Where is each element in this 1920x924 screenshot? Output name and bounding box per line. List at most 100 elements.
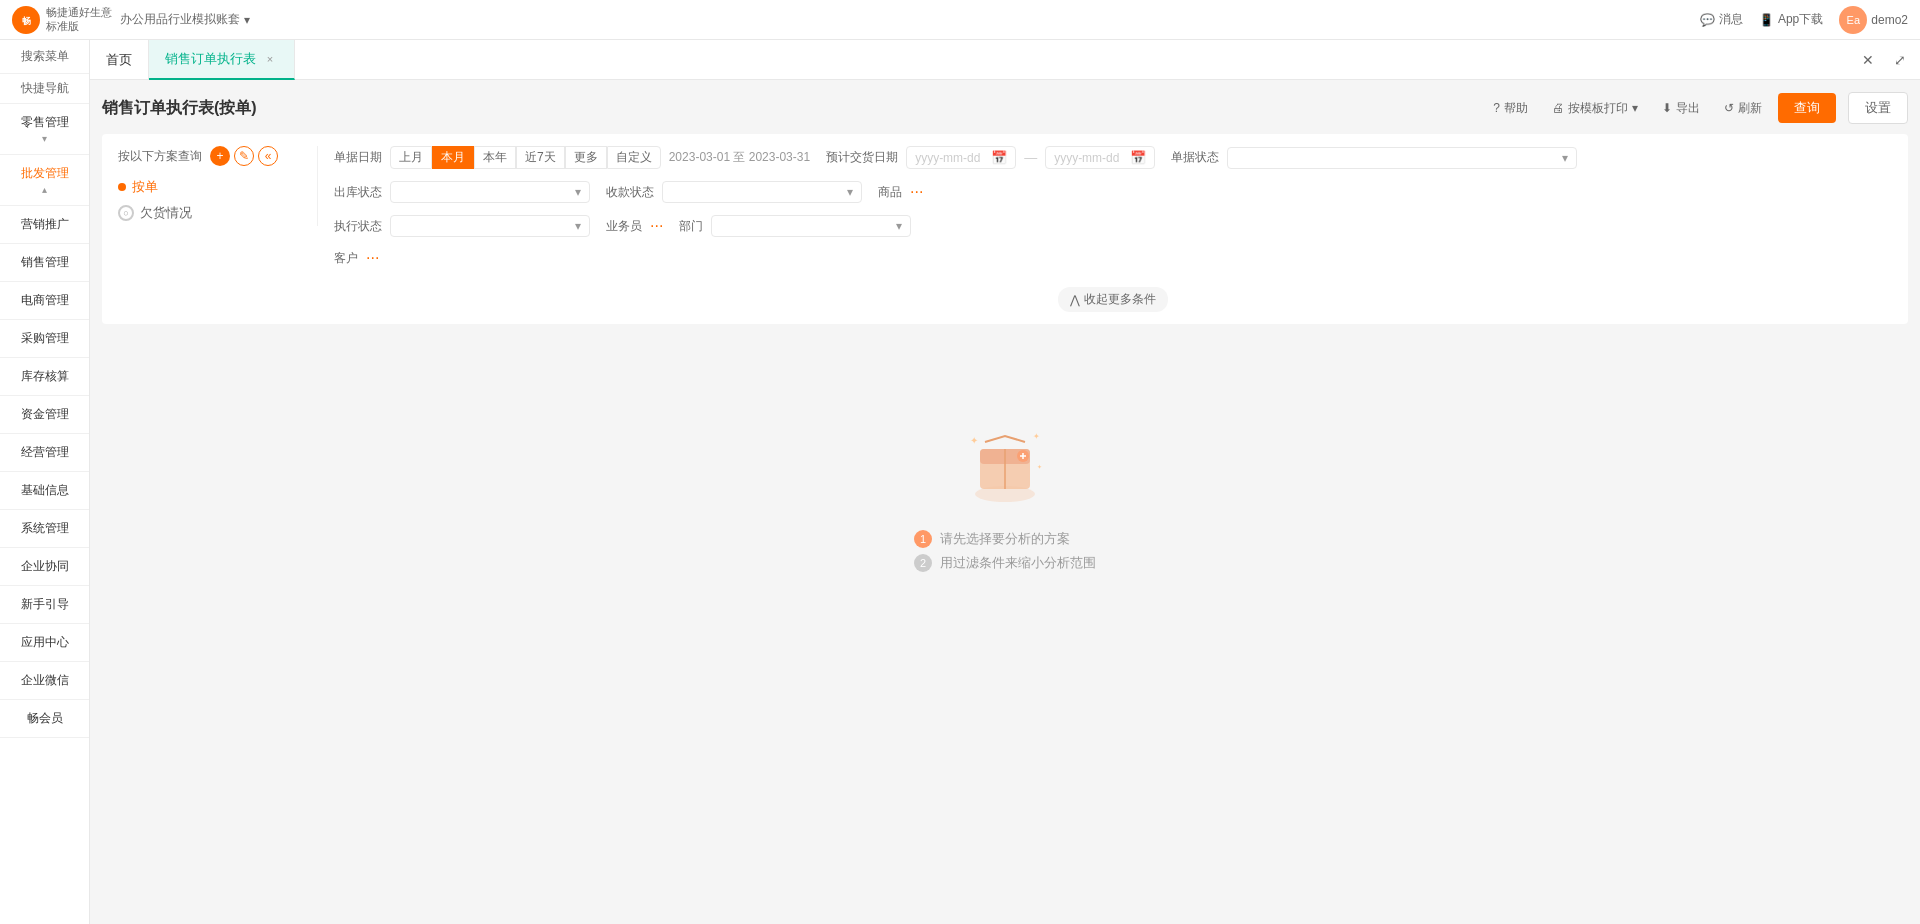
collapse-plan-button[interactable]: « xyxy=(258,146,278,166)
filter-left: 按以下方案查询 + ✎ « 按单 ○ xyxy=(118,146,318,226)
empty-hint-1: 1 请先选择要分析的方案 xyxy=(914,530,1096,548)
tab-bar: 首页 销售订单执行表 × ✕ ⤢ xyxy=(90,40,1920,80)
sidebar-group-marketing: 营销推广 xyxy=(0,206,89,244)
refresh-button[interactable]: ↺ 刷新 xyxy=(1716,96,1770,121)
filter-right: 单据日期 上月 本月 本年 近7天 更多 自定义 xyxy=(318,146,1892,312)
outbound-select[interactable]: ▾ xyxy=(390,181,590,203)
user-menu[interactable]: Ea demo2 xyxy=(1839,6,1908,34)
help-icon: ? xyxy=(1493,101,1500,115)
export-icon: ⬇ xyxy=(1662,101,1672,115)
sidebar-nav[interactable]: 快捷导航 xyxy=(0,74,89,104)
help-button[interactable]: ? 帮助 xyxy=(1485,96,1536,121)
sidebar-item-wholesale[interactable]: 批发管理 ▴ xyxy=(0,155,89,205)
date-label: 单据日期 xyxy=(334,149,382,166)
hint-num-2: 2 xyxy=(914,554,932,572)
bill-status-label: 单据状态 xyxy=(1171,149,1219,166)
sidebar-item-enterprise[interactable]: 企业协同 xyxy=(0,548,89,585)
sidebar-item-purchase[interactable]: 采购管理 xyxy=(0,320,89,357)
sidebar-search[interactable]: 搜索菜单 xyxy=(0,40,89,74)
collapse-button[interactable]: ⋀ 收起更多条件 xyxy=(1058,287,1168,312)
date-btn-7days[interactable]: 近7天 xyxy=(516,146,565,169)
chevron-down-icon: ▾ xyxy=(1632,101,1638,115)
sidebar-item-wechat[interactable]: 企业微信 xyxy=(0,662,89,699)
goods-group: 商品 ··· xyxy=(878,183,923,201)
receipt-label: 收款状态 xyxy=(606,184,654,201)
sidebar-group-system: 系统管理 xyxy=(0,510,89,548)
tab-sales-order[interactable]: 销售订单执行表 × xyxy=(149,40,295,80)
sidebar-group-operation: 经营管理 xyxy=(0,434,89,472)
tab-home[interactable]: 首页 xyxy=(90,40,149,80)
receipt-select[interactable]: ▾ xyxy=(662,181,862,203)
plan-item-按单[interactable]: 按单 xyxy=(118,174,305,200)
svg-text:畅: 畅 xyxy=(22,16,31,26)
sidebar-item-marketing[interactable]: 营销推广 xyxy=(0,206,89,243)
date-btn-this-month[interactable]: 本月 xyxy=(432,146,474,169)
settings-button[interactable]: 设置 xyxy=(1848,92,1908,124)
plan-item-欠货情况[interactable]: ○ 欠货情况 xyxy=(118,200,305,226)
add-plan-button[interactable]: + xyxy=(210,146,230,166)
filter-section: 按以下方案查询 + ✎ « 按单 ○ xyxy=(118,146,1892,312)
date-btn-custom[interactable]: 自定义 xyxy=(607,146,661,169)
svg-text:✦: ✦ xyxy=(1033,432,1040,441)
tab-close-icon[interactable]: × xyxy=(262,51,278,67)
date-btn-last-month[interactable]: 上月 xyxy=(390,146,432,169)
filter-plan-actions: + ✎ « xyxy=(210,146,278,166)
department-label: 部门 xyxy=(679,218,703,235)
expected-date-from[interactable]: yyyy-mm-dd 📅 xyxy=(906,146,1016,169)
tab-bar-right: ✕ ⤢ xyxy=(1856,48,1920,72)
app-download-button[interactable]: 📱 App下载 xyxy=(1759,11,1823,28)
calendar-icon-2: 📅 xyxy=(1130,150,1146,165)
sidebar-group-vip: 畅会员 xyxy=(0,700,89,738)
filter-row-2: 出库状态 ▾ 收款状态 ▾ xyxy=(334,181,1892,203)
sidebar-item-ecommerce[interactable]: 电商管理 xyxy=(0,282,89,319)
sidebar: 搜索菜单 快捷导航 零售管理 ▾ 批发管理 ▴ 营销推广 销售管理 xyxy=(0,40,90,924)
calendar-icon: 📅 xyxy=(991,150,1007,165)
industry-selector[interactable]: 办公用品行业模拟账套 ▾ xyxy=(120,11,250,28)
sidebar-group-ecommerce: 电商管理 xyxy=(0,282,89,320)
edit-plan-button[interactable]: ✎ xyxy=(234,146,254,166)
sidebar-item-basic[interactable]: 基础信息 xyxy=(0,472,89,509)
execution-group: 执行状态 ▾ xyxy=(334,215,590,237)
sidebar-item-newbie[interactable]: 新手引导 xyxy=(0,586,89,623)
bill-status-group: 单据状态 ▾ xyxy=(1171,147,1577,169)
department-group: 部门 ▾ xyxy=(679,215,911,237)
customer-picker-button[interactable]: ··· xyxy=(366,249,379,267)
salesperson-label: 业务员 xyxy=(606,218,642,235)
filter-actions-row: ⋀ 收起更多条件 xyxy=(334,279,1892,312)
execution-select[interactable]: ▾ xyxy=(390,215,590,237)
goods-picker-button[interactable]: ··· xyxy=(910,183,923,201)
department-select[interactable]: ▾ xyxy=(711,215,911,237)
message-button[interactable]: 💬 消息 xyxy=(1700,11,1743,28)
date-btn-more[interactable]: 更多 xyxy=(565,146,607,169)
inactive-plan-dot: ○ xyxy=(118,205,134,221)
message-icon: 💬 xyxy=(1700,13,1715,27)
close-window-icon[interactable]: ✕ xyxy=(1856,48,1880,72)
date-separator: — xyxy=(1024,150,1037,165)
sidebar-item-sales[interactable]: 销售管理 xyxy=(0,244,89,281)
topbar-right: 💬 消息 📱 App下载 Ea demo2 xyxy=(1700,6,1908,34)
sidebar-item-apps[interactable]: 应用中心 xyxy=(0,624,89,661)
export-button[interactable]: ⬇ 导出 xyxy=(1654,96,1708,121)
expected-date-to[interactable]: yyyy-mm-dd 📅 xyxy=(1045,146,1155,169)
sidebar-item-retail[interactable]: 零售管理 ▾ xyxy=(0,104,89,154)
sidebar-group-apps: 应用中心 xyxy=(0,624,89,662)
sidebar-item-system[interactable]: 系统管理 xyxy=(0,510,89,547)
execution-label: 执行状态 xyxy=(334,218,382,235)
bill-status-select[interactable]: ▾ xyxy=(1227,147,1577,169)
sidebar-group-wholesale: 批发管理 ▴ xyxy=(0,155,89,206)
sidebar-item-operation[interactable]: 经营管理 xyxy=(0,434,89,471)
salesperson-picker-button[interactable]: ··· xyxy=(650,217,663,235)
goods-label: 商品 xyxy=(878,184,902,201)
date-btn-this-year[interactable]: 本年 xyxy=(474,146,516,169)
sidebar-item-finance[interactable]: 资金管理 xyxy=(0,396,89,433)
filter-panel: 按以下方案查询 + ✎ « 按单 ○ xyxy=(102,134,1908,324)
query-button[interactable]: 查询 xyxy=(1778,93,1836,123)
sidebar-item-inventory[interactable]: 库存核算 xyxy=(0,358,89,395)
sidebar-item-vip[interactable]: 畅会员 xyxy=(0,700,89,737)
active-plan-dot xyxy=(118,183,126,191)
maximize-icon[interactable]: ⤢ xyxy=(1888,48,1912,72)
template-print-button[interactable]: 🖨 按模板打印 ▾ xyxy=(1544,96,1646,121)
avatar: Ea xyxy=(1839,6,1867,34)
svg-text:✦: ✦ xyxy=(1037,464,1042,470)
sidebar-group-retail: 零售管理 ▾ xyxy=(0,104,89,155)
